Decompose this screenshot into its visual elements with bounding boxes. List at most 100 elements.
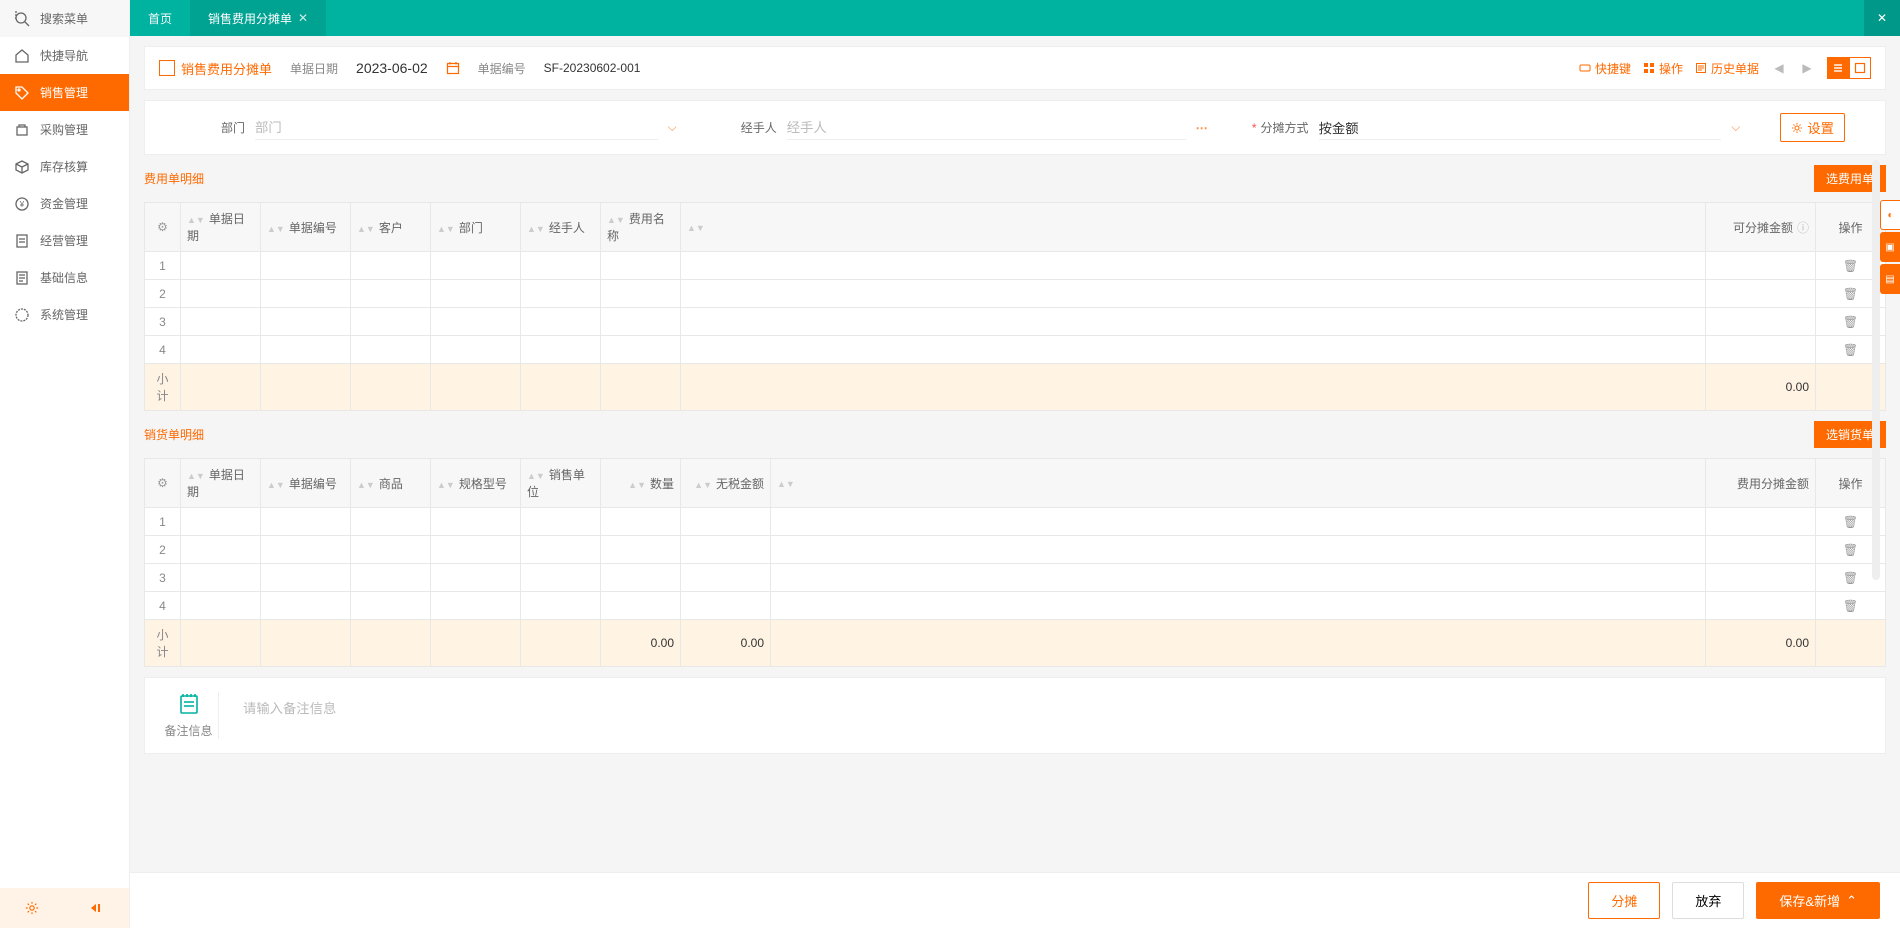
- date-label: 单据日期: [290, 60, 338, 77]
- collapse-icon[interactable]: [88, 901, 104, 915]
- sales-icon: [14, 85, 30, 101]
- col-qty[interactable]: ▲▼数量: [601, 459, 681, 508]
- floater-3[interactable]: ▤: [1880, 264, 1900, 294]
- sidebar-item-label: 库存核算: [40, 158, 88, 175]
- header-actions: 快捷键 操作 历史单据 ◀ ▶: [1579, 57, 1871, 79]
- tab-current[interactable]: 销售费用分摊单 ✕: [190, 0, 326, 36]
- trash-icon[interactable]: 🗑: [1843, 599, 1858, 613]
- view-list-icon[interactable]: [1827, 57, 1849, 79]
- col-alloc-amount[interactable]: 费用分摊金额: [1706, 459, 1816, 508]
- sidebar-item-quicknav[interactable]: 快捷导航: [0, 37, 129, 74]
- doc-no-value: SF-20230602-001: [544, 61, 641, 75]
- trash-icon[interactable]: 🗑: [1843, 543, 1858, 557]
- remarks-panel: 备注信息: [144, 677, 1886, 754]
- close-icon[interactable]: ✕: [298, 11, 308, 25]
- page-body: 销售费用分摊单 单据日期 2023-06-02 单据编号 SF-20230602…: [130, 36, 1900, 872]
- notes-icon: [177, 692, 201, 716]
- col-date[interactable]: ▲▼单据日期: [181, 203, 261, 252]
- help-icon[interactable]: ⓘ: [1797, 221, 1809, 235]
- col-spacer: ▲▼: [681, 203, 1706, 252]
- expense-section-header: 费用单明细 选费用单: [144, 165, 1886, 192]
- sidebar-item-basic[interactable]: 基础信息: [0, 259, 129, 296]
- scrollbar-track[interactable]: [1872, 160, 1880, 580]
- table-row[interactable]: 2🗑: [145, 536, 1886, 564]
- subtotal-row: 小计0.000.000.00: [145, 620, 1886, 667]
- col-date[interactable]: ▲▼单据日期: [181, 459, 261, 508]
- search-icon: [14, 11, 30, 27]
- gear-icon[interactable]: ⚙: [157, 220, 168, 234]
- sidebar: 搜索菜单 快捷导航 销售管理 采购管理 库存核算 ¥ 资金管理 经营管理 基础信: [0, 0, 130, 928]
- sidebar-item-operation[interactable]: 经营管理: [0, 222, 129, 259]
- gear-icon[interactable]: ⚙: [157, 476, 168, 490]
- alloc-input[interactable]: [1319, 116, 1722, 140]
- trash-icon[interactable]: 🗑: [1843, 259, 1858, 273]
- prev-icon[interactable]: ◀: [1771, 58, 1787, 78]
- col-name[interactable]: ▲▼费用名称: [601, 203, 681, 252]
- table-row[interactable]: 2🗑: [145, 280, 1886, 308]
- settings-icon[interactable]: [25, 901, 39, 915]
- handler-label: 经手人: [717, 119, 777, 136]
- col-no[interactable]: ▲▼单据编号: [261, 459, 351, 508]
- subtotal-row: 小计0.00: [145, 364, 1886, 411]
- sidebar-footer: [0, 888, 129, 928]
- discard-button[interactable]: 放弃: [1672, 882, 1744, 919]
- floater-2[interactable]: ▣: [1880, 232, 1900, 262]
- col-dept[interactable]: ▲▼部门: [431, 203, 521, 252]
- save-new-button[interactable]: 保存&新增 ⌃: [1756, 882, 1880, 919]
- sidebar-item-label: 采购管理: [40, 121, 88, 138]
- footer-bar: 分摊 放弃 保存&新增 ⌃: [130, 872, 1900, 928]
- hotkey-link[interactable]: 快捷键: [1579, 60, 1631, 77]
- sidebar-item-system[interactable]: 系统管理: [0, 296, 129, 333]
- dept-input[interactable]: [255, 116, 658, 140]
- sidebar-item-finance[interactable]: ¥ 资金管理: [0, 185, 129, 222]
- col-spec[interactable]: ▲▼规格型号: [431, 459, 521, 508]
- chevron-down-icon[interactable]: ⌵: [1731, 120, 1740, 135]
- sidebar-search[interactable]: 搜索菜单: [0, 0, 129, 37]
- chevron-down-icon[interactable]: ⌵: [668, 120, 677, 135]
- sales-section-header: 销货单明细 选销货单: [144, 421, 1886, 448]
- calendar-icon[interactable]: [446, 61, 460, 75]
- sidebar-search-label: 搜索菜单: [40, 10, 88, 27]
- col-unit[interactable]: ▲▼销售单位: [521, 459, 601, 508]
- table-row[interactable]: 3🗑: [145, 564, 1886, 592]
- next-icon[interactable]: ▶: [1799, 58, 1815, 78]
- tabbar-close[interactable]: ✕: [1864, 0, 1900, 36]
- col-product[interactable]: ▲▼商品: [351, 459, 431, 508]
- table-row[interactable]: 1🗑: [145, 508, 1886, 536]
- sidebar-item-inventory[interactable]: 库存核算: [0, 148, 129, 185]
- table-row[interactable]: 1🗑: [145, 252, 1886, 280]
- col-no[interactable]: ▲▼单据编号: [261, 203, 351, 252]
- trash-icon[interactable]: 🗑: [1843, 343, 1858, 357]
- table-row[interactable]: 4🗑: [145, 592, 1886, 620]
- view-card-icon[interactable]: [1849, 57, 1871, 79]
- alloc-label: 分摊方式: [1249, 119, 1309, 136]
- col-amount-notax[interactable]: ▲▼无税金额: [681, 459, 771, 508]
- handler-input[interactable]: [787, 116, 1186, 140]
- trash-icon[interactable]: 🗑: [1843, 515, 1858, 529]
- sidebar-item-label: 快捷导航: [40, 47, 88, 64]
- tab-home[interactable]: 首页: [130, 0, 190, 36]
- table-row[interactable]: 4🗑: [145, 336, 1886, 364]
- sidebar-item-sales[interactable]: 销售管理: [0, 74, 129, 111]
- settings-button[interactable]: 设置: [1780, 113, 1845, 142]
- history-link[interactable]: 历史单据: [1695, 60, 1759, 77]
- table-row[interactable]: 3🗑: [145, 308, 1886, 336]
- col-handler[interactable]: ▲▼经手人: [521, 203, 601, 252]
- trash-icon[interactable]: 🗑: [1843, 571, 1858, 585]
- sidebar-item-label: 资金管理: [40, 195, 88, 212]
- allocate-button[interactable]: 分摊: [1588, 882, 1660, 919]
- date-value[interactable]: 2023-06-02: [356, 60, 428, 76]
- trash-icon[interactable]: 🗑: [1843, 315, 1858, 329]
- doc-no-label: 单据编号: [478, 60, 526, 77]
- trash-icon[interactable]: 🗑: [1843, 287, 1858, 301]
- remarks-input[interactable]: [237, 692, 1871, 739]
- field-allocation: 分摊方式 ⌵: [1249, 116, 1741, 140]
- col-customer[interactable]: ▲▼客户: [351, 203, 431, 252]
- more-icon[interactable]: ⋯: [1196, 121, 1209, 135]
- operate-link[interactable]: 操作: [1643, 60, 1683, 77]
- sidebar-item-purchase[interactable]: 采购管理: [0, 111, 129, 148]
- floater-1[interactable]: ◐: [1880, 200, 1900, 230]
- col-spacer: ▲▼: [771, 459, 1706, 508]
- subtotal-value: 0.00: [1706, 364, 1816, 411]
- col-allocable[interactable]: 可分摊金额ⓘ: [1706, 203, 1816, 252]
